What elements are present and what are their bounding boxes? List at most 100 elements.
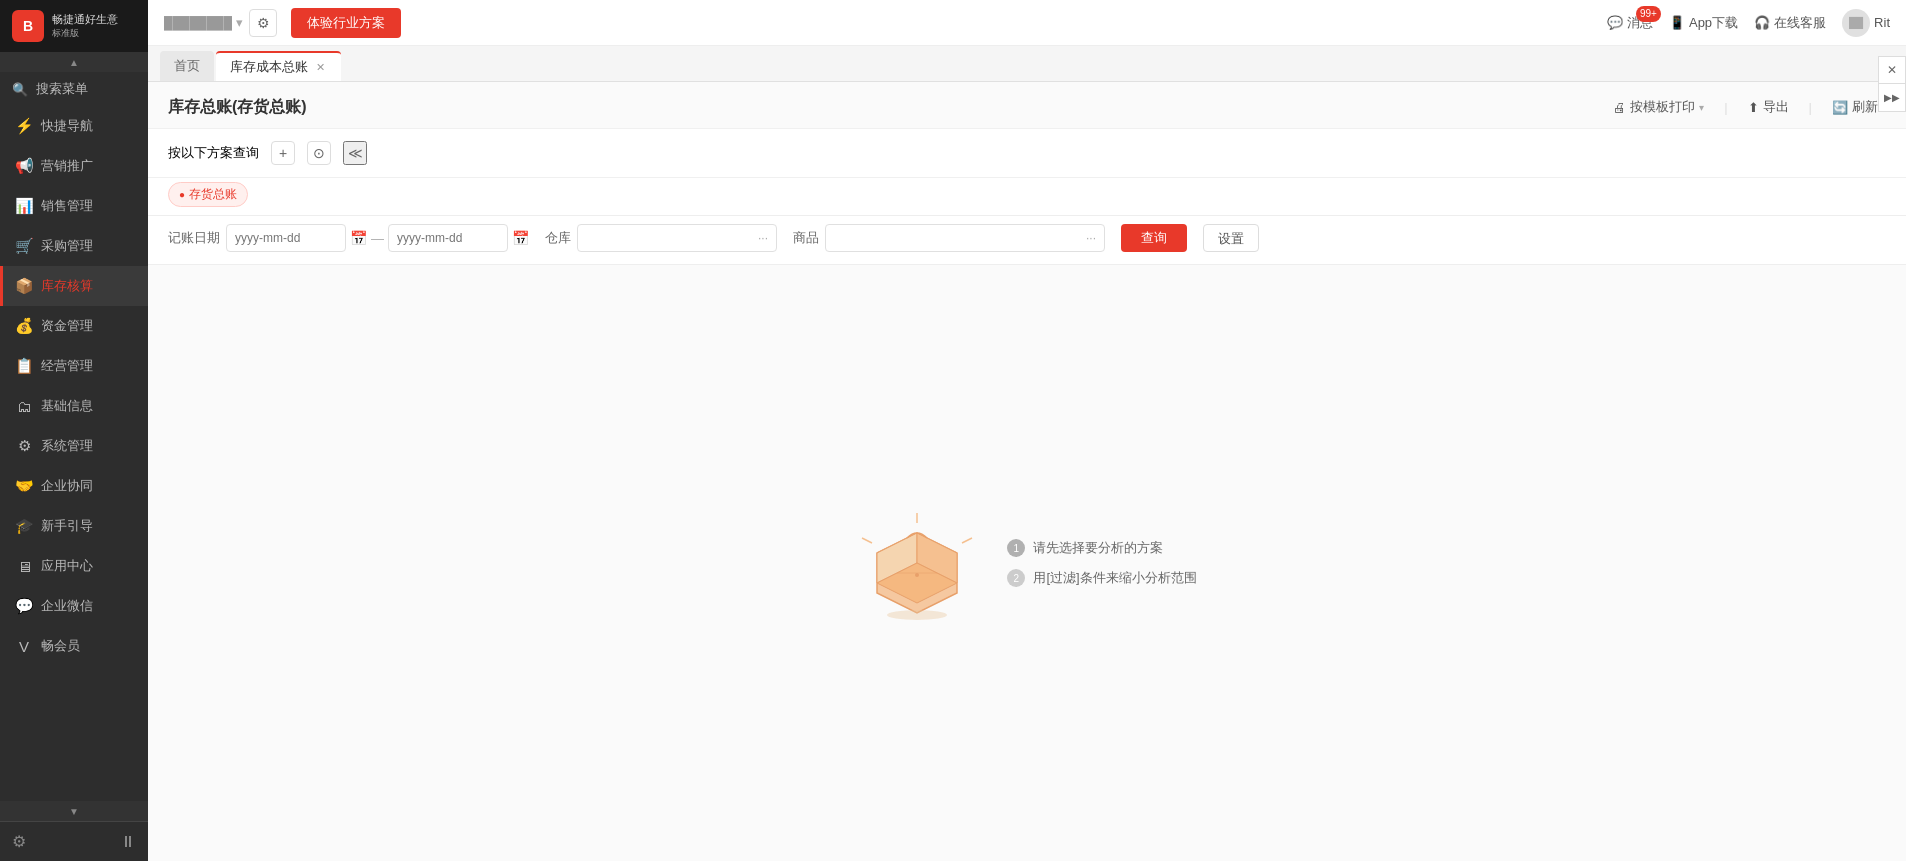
sidebar-item-system[interactable]: ⚙ 系统管理 bbox=[0, 426, 148, 466]
tab-inventory-cost[interactable]: 库存成本总账 ✕ bbox=[216, 51, 341, 81]
calendar-start-icon[interactable]: 📅 bbox=[350, 230, 367, 246]
sidebar-item-marketing[interactable]: 📢 营销推广 bbox=[0, 146, 148, 186]
sidebar-item-wechat[interactable]: 💬 企业微信 bbox=[0, 586, 148, 626]
basic-info-icon: 🗂 bbox=[15, 397, 33, 415]
headphone-icon: 🎧 bbox=[1754, 15, 1770, 30]
refresh-label: 刷新 bbox=[1852, 98, 1878, 116]
enterprise-icon: 🤝 bbox=[15, 477, 33, 495]
app-name: 畅捷通好生意 bbox=[52, 12, 118, 27]
wechat-icon: 💬 bbox=[15, 597, 33, 615]
product-select[interactable]: ··· bbox=[825, 224, 1105, 252]
warehouse-more-icon[interactable]: ··· bbox=[758, 231, 768, 245]
filter-row: 记账日期 📅 — 📅 仓库 ··· 商品 bbox=[148, 216, 1906, 265]
print-button[interactable]: 🖨 按模板打印 ▾ bbox=[1605, 94, 1712, 120]
hint2-text: 用[过滤]条件来缩小分析范围 bbox=[1033, 569, 1196, 587]
scheme-item-inventory[interactable]: ● 存货总账 bbox=[168, 182, 248, 207]
export-icon: ⬆ bbox=[1748, 100, 1759, 115]
step2-circle: 2 bbox=[1007, 569, 1025, 587]
date-label: 记账日期 bbox=[168, 229, 220, 247]
sidebar-scroll-up[interactable]: ▲ bbox=[0, 52, 148, 72]
messages-badge: 99+ bbox=[1636, 6, 1661, 22]
tab-close-icon[interactable]: ✕ bbox=[314, 61, 327, 74]
breadcrumb-arrow: ▾ bbox=[236, 15, 243, 30]
page-header: 库存总账(存货总账) 🖨 按模板打印 ▾ | ⬆ 导出 | 🔄 刷新 bbox=[148, 82, 1906, 129]
search-button[interactable]: 查询 bbox=[1121, 224, 1187, 252]
svg-line-6 bbox=[862, 538, 872, 543]
sidebar-scroll-down[interactable]: ▼ bbox=[0, 801, 148, 821]
export-label: 导出 bbox=[1763, 98, 1789, 116]
sidebar-item-label: 企业协同 bbox=[41, 477, 93, 495]
breadcrumb: ████████ ▾ bbox=[164, 15, 243, 30]
empty-hint-2: 2 用[过滤]条件来缩小分析范围 bbox=[1007, 569, 1196, 587]
collapse-sidebar-icon[interactable]: ⏸ bbox=[120, 833, 136, 851]
avatar: ██ bbox=[1842, 9, 1870, 37]
refresh-button[interactable]: 🔄 刷新 bbox=[1824, 94, 1886, 120]
sidebar-search-label: 搜索菜单 bbox=[36, 80, 88, 98]
filter-collapse-button[interactable]: ≪ bbox=[343, 141, 367, 165]
sidebar-footer: ⚙ ⏸ bbox=[0, 821, 148, 861]
sidebar-item-label: 资金管理 bbox=[41, 317, 93, 335]
calendar-end-icon[interactable]: 📅 bbox=[512, 230, 529, 246]
warehouse-label: 仓库 bbox=[545, 229, 571, 247]
print-dropdown-icon[interactable]: ▾ bbox=[1699, 102, 1704, 113]
marketing-icon: 📢 bbox=[15, 157, 33, 175]
topbar: ████████ ▾ ⚙ 体验行业方案 💬 消息 99+ 📱 App下载 🎧 在… bbox=[148, 0, 1906, 46]
right-close-button[interactable]: ✕ bbox=[1878, 56, 1906, 84]
industry-solution-button[interactable]: 体验行业方案 bbox=[291, 8, 401, 38]
export-button[interactable]: ⬆ 导出 bbox=[1740, 94, 1797, 120]
product-more-icon[interactable]: ··· bbox=[1086, 231, 1096, 245]
sidebar-item-vip[interactable]: V 畅会员 bbox=[0, 626, 148, 666]
date-input-group: 📅 — 📅 bbox=[226, 224, 529, 252]
breadcrumb-current: ████████ bbox=[164, 16, 232, 30]
empty-text: 1 请先选择要分析的方案 2 用[过滤]条件来缩小分析范围 bbox=[1007, 539, 1196, 587]
sidebar-item-label: 新手引导 bbox=[41, 517, 93, 535]
tab-home[interactable]: 首页 bbox=[160, 51, 214, 81]
filter-bar: 按以下方案查询 + ⊙ ≪ bbox=[148, 129, 1906, 178]
sidebar-item-label: 营销推广 bbox=[41, 157, 93, 175]
scheme-item-label: 存货总账 bbox=[189, 186, 237, 203]
empty-hint-1: 1 请先选择要分析的方案 bbox=[1007, 539, 1196, 557]
empty-state: 1 请先选择要分析的方案 2 用[过滤]条件来缩小分析范围 bbox=[148, 265, 1906, 861]
step1-circle: 1 bbox=[1007, 539, 1025, 557]
finance-icon: 💰 bbox=[15, 317, 33, 335]
column-settings-button[interactable]: 设置 bbox=[1203, 224, 1259, 252]
date-end-input[interactable] bbox=[388, 224, 508, 252]
sidebar-item-label: 应用中心 bbox=[41, 557, 93, 575]
sidebar-item-inventory[interactable]: 📦 库存核算 bbox=[0, 266, 148, 306]
page-title: 库存总账(存货总账) bbox=[168, 97, 307, 118]
sales-icon: 📊 bbox=[15, 197, 33, 215]
empty-illustration bbox=[857, 503, 977, 623]
refresh-icon: 🔄 bbox=[1832, 100, 1848, 115]
svg-point-9 bbox=[887, 610, 947, 620]
sidebar-item-finance[interactable]: 💰 资金管理 bbox=[0, 306, 148, 346]
product-label: 商品 bbox=[793, 229, 819, 247]
tab-home-label: 首页 bbox=[174, 57, 200, 75]
sidebar-item-quick-nav[interactable]: ⚡ 快捷导航 bbox=[0, 106, 148, 146]
sidebar-item-label: 经营管理 bbox=[41, 357, 93, 375]
online-support-button[interactable]: 🎧 在线客服 bbox=[1754, 14, 1826, 32]
date-start-input[interactable] bbox=[226, 224, 346, 252]
user-profile[interactable]: ██ Rit bbox=[1842, 9, 1890, 37]
topbar-gear-button[interactable]: ⚙ bbox=[249, 9, 277, 37]
page-actions: 🖨 按模板打印 ▾ | ⬆ 导出 | 🔄 刷新 bbox=[1605, 94, 1886, 120]
print-label: 按模板打印 bbox=[1630, 98, 1695, 116]
filter-add-button[interactable]: + bbox=[271, 141, 295, 165]
sidebar-item-guide[interactable]: 🎓 新手引导 bbox=[0, 506, 148, 546]
sidebar-item-basic-info[interactable]: 🗂 基础信息 bbox=[0, 386, 148, 426]
sidebar-item-purchase[interactable]: 🛒 采购管理 bbox=[0, 226, 148, 266]
date-separator: — bbox=[371, 231, 384, 246]
scheme-dot-icon: ● bbox=[179, 189, 185, 200]
sidebar-item-label: 系统管理 bbox=[41, 437, 93, 455]
sidebar-item-sales[interactable]: 📊 销售管理 bbox=[0, 186, 148, 226]
sidebar-item-operations[interactable]: 📋 经营管理 bbox=[0, 346, 148, 386]
sidebar-item-appstore[interactable]: 🖥 应用中心 bbox=[0, 546, 148, 586]
sidebar-item-enterprise[interactable]: 🤝 企业协同 bbox=[0, 466, 148, 506]
divider: | bbox=[1724, 100, 1727, 115]
right-expand-button[interactable]: ▶▶ bbox=[1878, 84, 1906, 112]
app-download-button[interactable]: 📱 App下载 bbox=[1669, 14, 1738, 32]
warehouse-select[interactable]: ··· bbox=[577, 224, 777, 252]
sidebar-search[interactable]: 🔍 搜索菜单 bbox=[0, 72, 148, 106]
messages-button[interactable]: 💬 消息 99+ bbox=[1607, 14, 1653, 32]
filter-settings-button[interactable]: ⊙ bbox=[307, 141, 331, 165]
settings-icon[interactable]: ⚙ bbox=[12, 832, 26, 851]
